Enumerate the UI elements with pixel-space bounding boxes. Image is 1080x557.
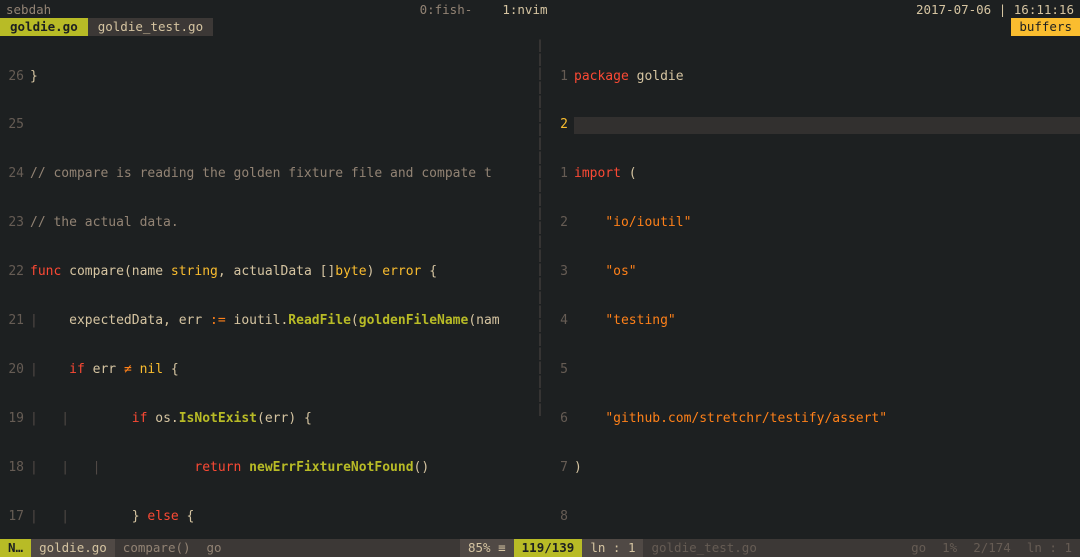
tmux-clock: 2017-07-06 | 16:11:16 [916,2,1074,17]
buffer-tabline: goldie.go goldie_test.go buffers [0,18,1080,36]
tmux-session-name: sebdah [6,2,51,17]
right-cursor-gutter: 2 [544,117,574,133]
sl-col-left: ln : 1 [582,539,643,557]
sl-col-right: ln : 1 [1019,539,1080,557]
tmux-status-bar: sebdah 0:fish- 1:nvim 2017-07-06 | 16:11… [0,0,1080,18]
sl-percent-left: 85% ≡ [460,539,514,557]
sl-filename-right: goldie_test.go [643,539,764,557]
tab-goldie-go[interactable]: goldie.go [0,18,88,36]
right-pane[interactable]: 1package goldie 2 1import ( 2 "io/ioutil… [544,36,1080,539]
left-code[interactable]: 26} 25 24// compare is reading the golde… [0,36,536,539]
split-border[interactable]: ||||||||||||||||||||||||||| [536,36,544,539]
tmux-window-0[interactable]: 0:fish- [420,2,473,17]
tab-goldie-test-go[interactable]: goldie_test.go [88,18,213,36]
buffers-indicator[interactable]: buffers [1011,18,1080,36]
sl-filetype-right: go [903,539,934,557]
tmux-window-1[interactable]: 1:nvim [502,2,547,17]
sl-function: compare() [115,539,199,557]
statusline: N… goldie.go compare() go 85% ≡ 119/139 … [0,539,1080,557]
editor-splits: 26} 25 24// compare is reading the golde… [0,36,1080,539]
sl-percent-right: 1% [934,539,965,557]
sl-position-right: 2/174 [965,539,1019,557]
sl-mode: N… [0,539,31,557]
left-pane[interactable]: 26} 25 24// compare is reading the golde… [0,36,536,539]
sl-position-left: 119/139 [514,539,583,557]
tmux-window-list: 0:fish- 1:nvim [51,2,916,17]
right-code[interactable]: 1package goldie 2 1import ( 2 "io/ioutil… [544,36,1080,539]
sl-filename-left: goldie.go [31,539,115,557]
sl-filetype-left: go [199,539,230,557]
